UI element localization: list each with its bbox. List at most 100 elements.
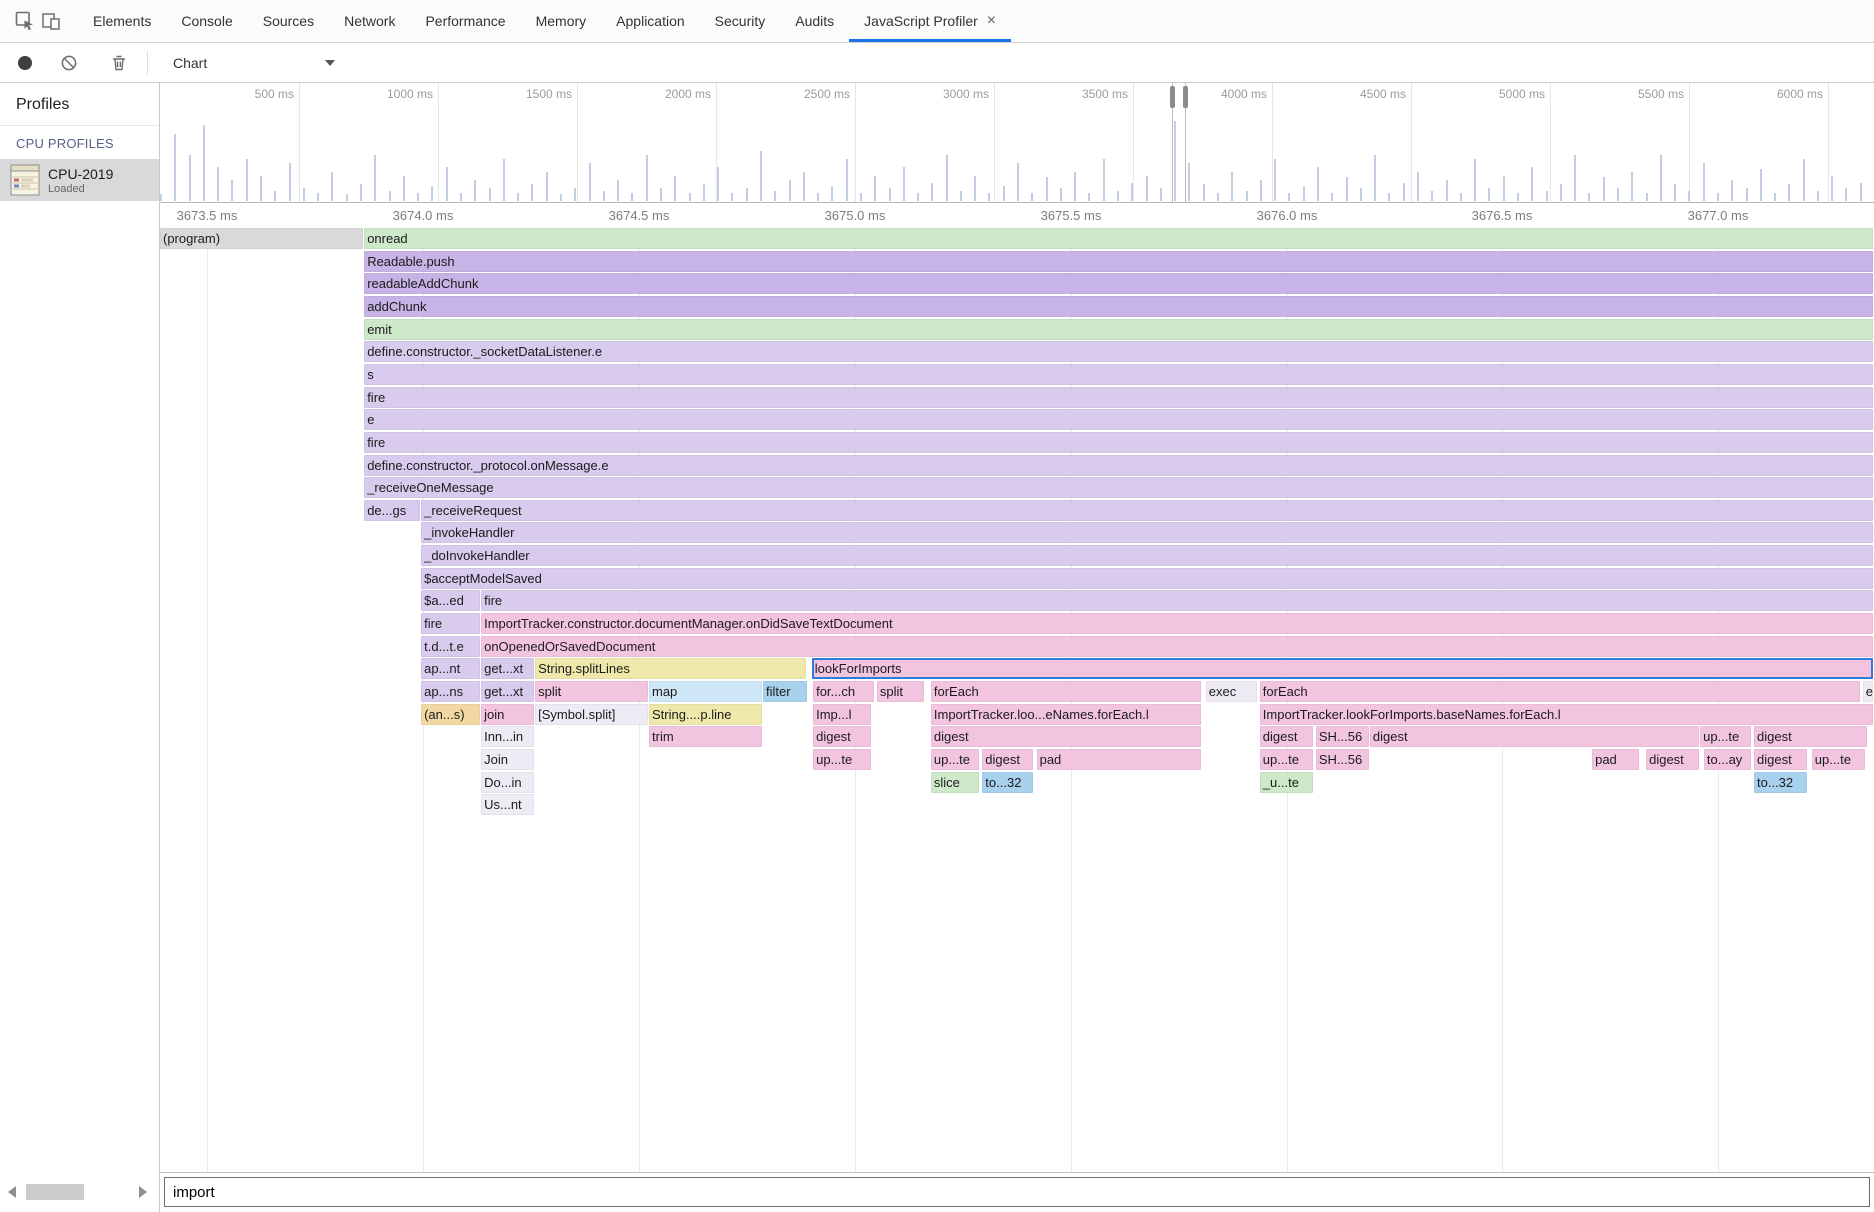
inspect-element-icon[interactable] [12, 8, 38, 34]
timeline-overview[interactable]: 500 ms 1000 ms 1500 ms 2000 ms 2500 ms 3000 m… [160, 83, 1874, 203]
filter-input[interactable] [164, 1177, 1870, 1207]
flame-bar[interactable]: Do...in [481, 772, 535, 793]
tab-network[interactable]: Network [329, 0, 410, 42]
flame-bar[interactable]: ap...ns [421, 681, 481, 702]
flame-bar[interactable]: _receiveRequest [421, 500, 1873, 521]
flame-bar[interactable]: up...te [1259, 749, 1313, 770]
flame-bar[interactable]: t.d...t.e [421, 636, 481, 657]
clear-icon[interactable] [58, 52, 80, 74]
sidebar-hscrollbar[interactable] [0, 1172, 160, 1212]
flame-bar[interactable]: for...ch [813, 681, 874, 702]
flame-bar[interactable]: digest [1259, 726, 1313, 747]
overview-selection-handle-right[interactable] [1183, 86, 1188, 108]
tab-javascript-profiler[interactable]: JavaScript Profiler × [849, 0, 1012, 42]
flame-bar[interactable]: digest [930, 726, 1201, 747]
flame-bar[interactable]: Us...nt [481, 794, 535, 815]
view-mode-select[interactable]: Chart [163, 50, 345, 76]
flame-bar[interactable]: digest [982, 749, 1033, 770]
flame-bar[interactable]: ImportTracker.lookForImports.baseNames.f… [1259, 704, 1873, 725]
flame-bar[interactable]: Readable.push [364, 251, 1873, 272]
flame-bar[interactable]: forEach [1259, 681, 1860, 702]
flame-bar[interactable]: ap...nt [421, 658, 481, 679]
flame-bar[interactable]: lookForImports [811, 658, 1873, 679]
scroll-right-icon[interactable] [139, 1186, 147, 1198]
flame-bar[interactable]: $acceptModelSaved [421, 568, 1873, 589]
device-toolbar-icon[interactable] [38, 8, 64, 34]
flame-bar[interactable]: String.splitLines [535, 658, 807, 679]
flame-bar[interactable]: onread [364, 228, 1873, 249]
flame-bar[interactable]: get...xt [481, 681, 535, 702]
flame-bar[interactable]: to...ay [1703, 749, 1751, 770]
flame-bar[interactable]: to...32 [982, 772, 1033, 793]
tab-performance[interactable]: Performance [410, 0, 520, 42]
tab-application[interactable]: Application [601, 0, 700, 42]
flame-bar[interactable]: fire [364, 432, 1873, 453]
flame-bar[interactable]: digest [1369, 726, 1700, 747]
scrollbar-thumb[interactable] [26, 1184, 84, 1200]
flame-bar[interactable]: de...gs [364, 500, 421, 521]
delete-profile-icon[interactable] [108, 52, 130, 74]
flame-bar[interactable]: up...te [813, 749, 872, 770]
flame-bar[interactable]: pad [1036, 749, 1201, 770]
flame-bar[interactable]: to...32 [1754, 772, 1807, 793]
flame-bar[interactable]: filter [763, 681, 807, 702]
flame-bar[interactable]: Inn...in [481, 726, 535, 747]
flame-bar[interactable]: String....p.line [649, 704, 762, 725]
flame-bar[interactable]: SH...56 [1315, 749, 1369, 770]
flame-bar[interactable]: s [364, 364, 1873, 385]
flame-bar[interactable]: (an...s) [421, 704, 481, 725]
tab-sources[interactable]: Sources [248, 0, 329, 42]
flame-bar[interactable]: digest [813, 726, 872, 747]
flame-bar[interactable]: digest [1754, 749, 1807, 770]
flame-bar[interactable]: slice [930, 772, 979, 793]
flame-bar[interactable]: _receiveOneMessage [364, 477, 1873, 498]
overview-selection-handle-left[interactable] [1170, 86, 1175, 108]
flame-bar[interactable]: fire [364, 387, 1873, 408]
tab-memory[interactable]: Memory [521, 0, 602, 42]
tab-security[interactable]: Security [700, 0, 781, 42]
flame-bar[interactable]: [Symbol.split] [535, 704, 649, 725]
flame-bar[interactable]: onOpenedOrSavedDocument [481, 636, 1873, 657]
tab-audits[interactable]: Audits [780, 0, 849, 42]
flame-bar[interactable]: split [535, 681, 649, 702]
flame-bar[interactable]: ImportTracker.loo...eNames.forEach.l [930, 704, 1201, 725]
flame-bar[interactable]: e [364, 409, 1873, 430]
flame-bar[interactable]: digest [1646, 749, 1700, 770]
flame-bar[interactable]: (program) [160, 228, 364, 249]
flame-bar[interactable]: addChunk [364, 296, 1873, 317]
flame-bar[interactable]: ImportTracker.constructor.documentManage… [481, 613, 1873, 634]
flame-bar[interactable]: $a...ed [421, 590, 481, 611]
flame-bar[interactable]: Join [481, 749, 535, 770]
close-tab-icon[interactable]: × [987, 13, 996, 29]
flame-bar[interactable]: forEach [930, 681, 1201, 702]
flame-bar[interactable]: fire [421, 613, 481, 634]
tab-elements[interactable]: Elements [78, 0, 166, 42]
flame-bar[interactable]: fire [481, 590, 1873, 611]
flame-bar[interactable]: emit [364, 319, 1873, 340]
flame-bar[interactable]: define.constructor._socketDataListener.e [364, 341, 1873, 362]
flame-bar[interactable]: define.constructor._protocol.onMessage.e [364, 455, 1873, 476]
flame-bar[interactable]: digest [1754, 726, 1867, 747]
flame-bar[interactable]: get...xt [481, 658, 535, 679]
flame-bar[interactable]: ex [1862, 681, 1873, 702]
flame-bar[interactable]: Imp...l [813, 704, 872, 725]
flame-bar[interactable]: split [876, 681, 924, 702]
tab-console[interactable]: Console [166, 0, 247, 42]
flame-bar[interactable]: map [649, 681, 762, 702]
profile-item-cpu-2019[interactable]: CPU-2019 Loaded [0, 159, 159, 201]
flame-bar[interactable]: _u...te [1259, 772, 1313, 793]
record-button[interactable] [18, 55, 32, 70]
flame-bar[interactable]: up...te [930, 749, 979, 770]
scroll-left-icon[interactable] [8, 1186, 16, 1198]
flame-bar[interactable]: _invokeHandler [421, 522, 1873, 543]
flame-bar[interactable]: pad [1592, 749, 1639, 770]
flame-bar[interactable]: up...te [1811, 749, 1866, 770]
flame-bar[interactable]: _doInvokeHandler [421, 545, 1873, 566]
flame-bar[interactable]: trim [649, 726, 762, 747]
flame-bar[interactable]: join [481, 704, 535, 725]
flame-bar[interactable]: up...te [1700, 726, 1751, 747]
flame-chart[interactable]: (program) onread Readable.push readableAddC… [160, 228, 1874, 1172]
flame-bar[interactable]: exec [1205, 681, 1257, 702]
flame-bar[interactable]: SH...56 [1315, 726, 1369, 747]
flame-bar[interactable]: readableAddChunk [364, 273, 1873, 294]
